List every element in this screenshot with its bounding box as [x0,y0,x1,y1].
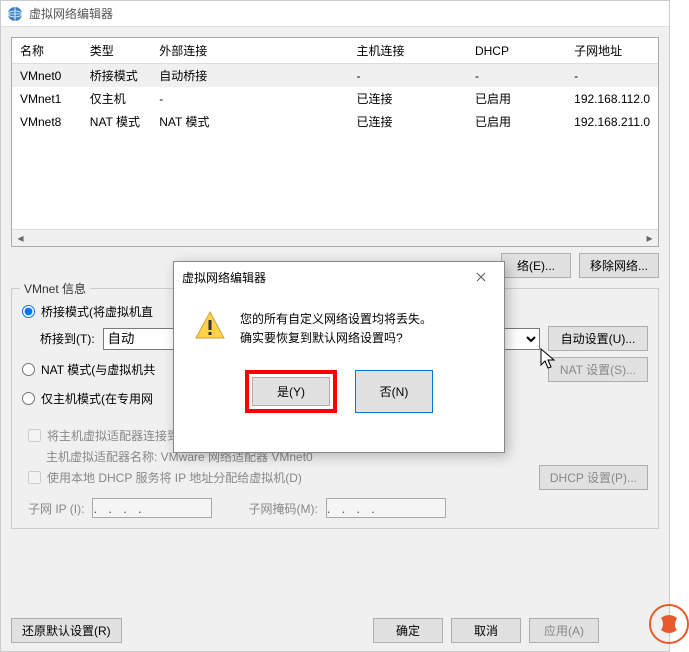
col-host[interactable]: 主机连接 [349,38,467,64]
nat-settings-button[interactable]: NAT 设置(S)... [548,357,648,382]
col-name[interactable]: 名称 [12,38,82,64]
bridged-label: 桥接模式(将虚拟机直 [41,303,153,320]
subnet-mask-label: 子网掩码(M): [248,500,317,517]
dialog-line2: 确实要恢复到默认网络设置吗? [240,329,432,348]
col-subnet[interactable]: 子网地址 [566,38,658,64]
app-icon [7,6,23,22]
use-dhcp-checkbox [28,471,41,484]
host-only-radio[interactable] [22,392,35,405]
titlebar: 虚拟网络编辑器 [1,1,669,27]
cancel-button[interactable]: 取消 [451,618,521,643]
ok-button[interactable]: 确定 [373,618,443,643]
host-only-label: 仅主机模式(在专用网 [41,390,153,407]
horizontal-scrollbar[interactable]: ◂ ▸ [12,229,658,246]
col-external[interactable]: 外部连接 [151,38,348,64]
col-dhcp[interactable]: DHCP [467,38,566,64]
subnet-ip-field [92,498,212,518]
table-row[interactable]: VMnet8 NAT 模式 NAT 模式 已连接 已启用 192.168.211… [12,110,658,133]
scroll-left-icon[interactable]: ◂ [14,232,27,245]
dialog-line1: 您的所有自定义网络设置均将丢失。 [240,310,432,329]
bridged-radio[interactable] [22,305,35,318]
footer-buttons: 还原默认设置(R) 确定 取消 应用(A) [11,618,599,643]
subnet-ip-label: 子网 IP (I): [28,500,84,517]
auto-settings-button[interactable]: 自动设置(U)... [548,326,648,351]
scroll-right-icon[interactable]: ▸ [643,232,656,245]
col-type[interactable]: 类型 [82,38,151,64]
connect-adapter-checkbox [28,429,41,442]
table-header-row: 名称 类型 外部连接 主机连接 DHCP 子网地址 [12,38,658,64]
yes-highlight: 是(Y) [245,370,337,413]
vmnet-legend: VMnet 信息 [20,280,90,297]
dialog-title: 虚拟网络编辑器 [182,269,266,286]
watermark-logo [649,604,689,644]
remove-network-button[interactable]: 移除网络... [579,253,659,278]
network-table[interactable]: 名称 类型 外部连接 主机连接 DHCP 子网地址 VMnet0 桥接模式 自动… [11,37,659,247]
no-button[interactable]: 否(N) [355,370,433,413]
yes-button[interactable]: 是(Y) [252,377,330,406]
confirm-dialog: 虚拟网络编辑器 您的所有自定义网络设置均将丢失。 确实要恢复到默认网络设置吗? … [173,261,505,453]
subnet-mask-field [326,498,446,518]
close-icon[interactable] [466,267,496,287]
window-title: 虚拟网络编辑器 [29,5,113,22]
warning-icon [194,310,226,342]
table-row[interactable]: VMnet0 桥接模式 自动桥接 - - - [12,64,658,88]
add-network-button[interactable]: 络(E)... [501,253,571,278]
nat-radio[interactable] [22,363,35,376]
bridged-to-label: 桥接到(T): [40,330,95,347]
dhcp-settings-button[interactable]: DHCP 设置(P)... [539,465,648,490]
nat-label: NAT 模式(与虚拟机共 [41,361,155,378]
restore-defaults-button[interactable]: 还原默认设置(R) [11,618,122,643]
table-row[interactable]: VMnet1 仅主机 - 已连接 已启用 192.168.112.0 [12,87,658,110]
apply-button[interactable]: 应用(A) [529,618,599,643]
use-dhcp-label: 使用本地 DHCP 服务将 IP 地址分配给虚拟机(D) [47,469,302,486]
